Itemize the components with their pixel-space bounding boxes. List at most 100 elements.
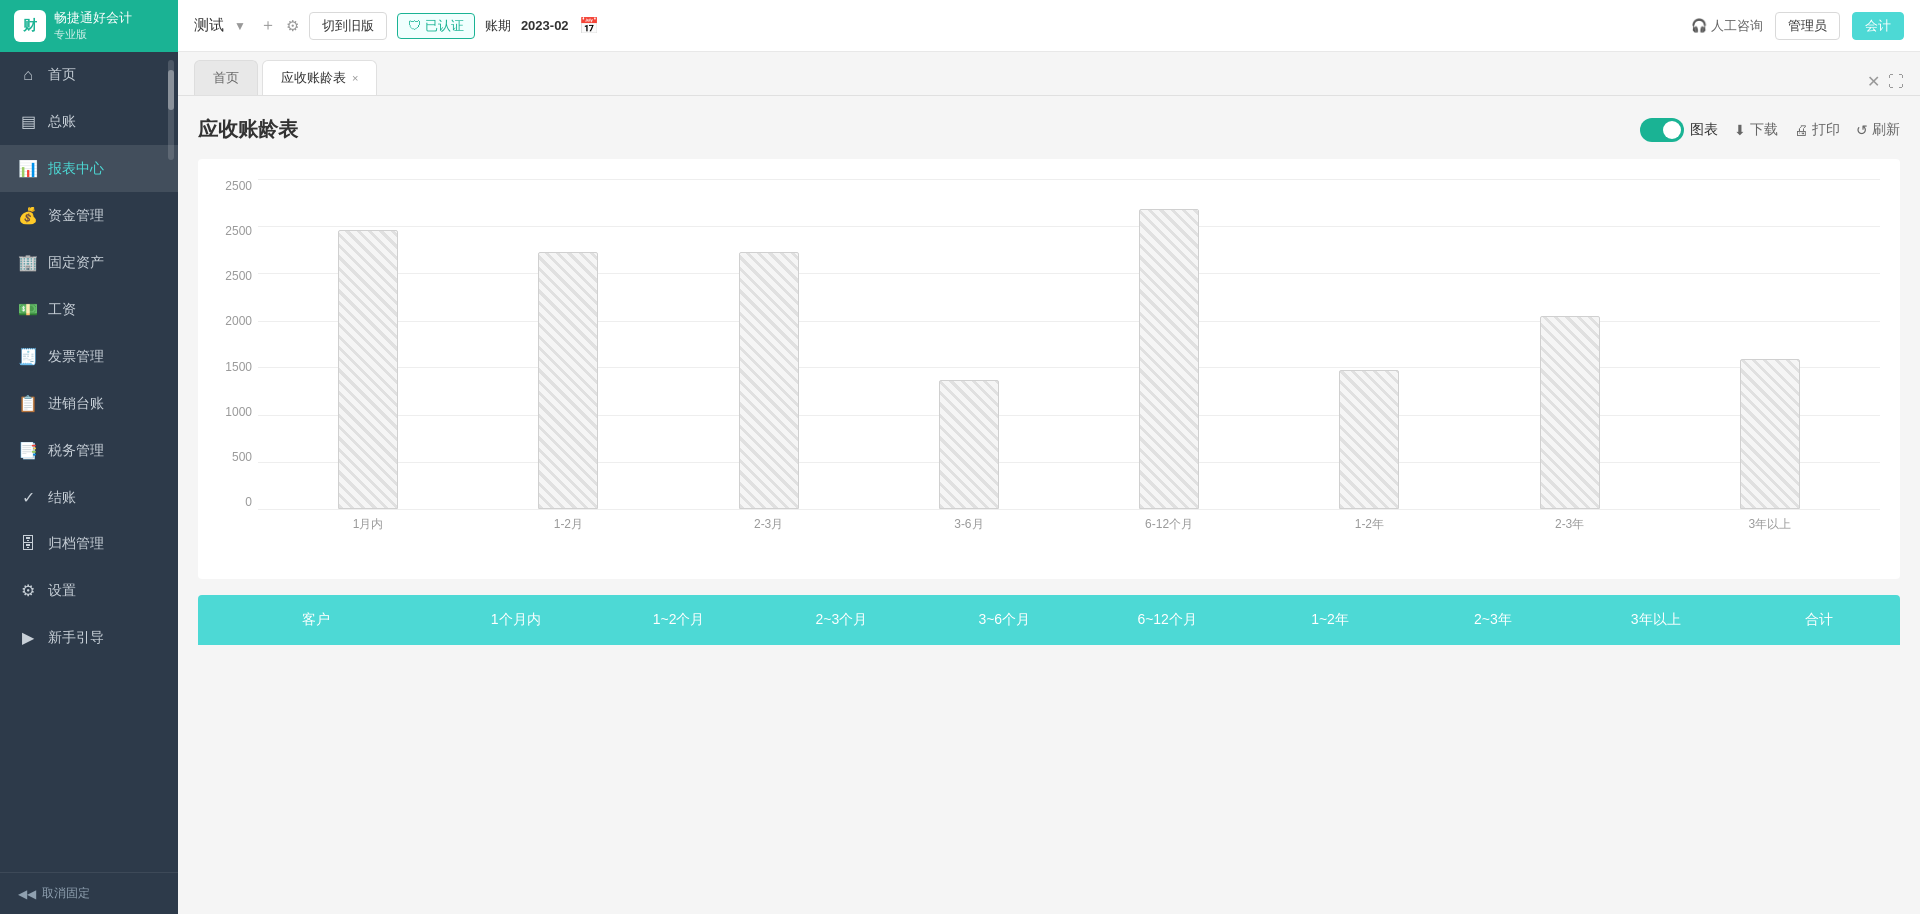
admin-button[interactable]: 管理员 [1775, 12, 1840, 40]
y-label-1000: 1000 [218, 405, 252, 419]
bar-1 [538, 252, 598, 509]
accounting-button[interactable]: 会计 [1852, 12, 1904, 40]
sidebar-item-invoices[interactable]: 🧾 发票管理 [0, 333, 178, 380]
th-2-3y: 2~3年 [1411, 595, 1574, 645]
certified-badge: 🛡 已认证 [397, 13, 475, 39]
x-label-3y: 3年以上 [1740, 516, 1800, 533]
sidebar-item-label: 报表中心 [48, 160, 104, 178]
sidebar-item-home[interactable]: ⌂ 首页 [0, 52, 178, 98]
app-edition: 专业版 [54, 27, 132, 42]
sidebar-logo: 财 畅捷通好会计 专业版 [0, 0, 178, 52]
tab-home-label: 首页 [213, 69, 239, 87]
print-button[interactable]: 🖨 打印 [1794, 121, 1840, 139]
sidebar-item-payroll[interactable]: 💵 工资 [0, 286, 178, 333]
sidebar-item-ledger[interactable]: ▤ 总账 [0, 98, 178, 145]
download-button[interactable]: ⬇ 下载 [1734, 121, 1778, 139]
expand-icon[interactable]: ⛶ [1888, 73, 1904, 91]
x-label-1-2m: 1-2月 [538, 516, 598, 533]
topbar: 测试 ▼ ＋ ⚙ 切到旧版 🛡 已认证 账期 2023-02 📅 🎧 人工咨询 … [178, 0, 1920, 52]
sidebar-item-guide[interactable]: ▶ 新手引导 [0, 614, 178, 661]
bar-3 [939, 380, 999, 509]
sidebar-item-label: 总账 [48, 113, 76, 131]
chart-toggle-label: 图表 [1690, 121, 1718, 139]
reports-icon: 📊 [18, 159, 38, 178]
tabs-right: ✕ ⛶ [1867, 72, 1904, 95]
close-window-icon[interactable]: ✕ [1867, 72, 1880, 91]
app-name: 畅捷通好会计 [54, 10, 132, 27]
page-actions: 图表 ⬇ 下载 🖨 打印 ↺ 刷新 [1640, 118, 1900, 142]
y-label-1500: 1500 [218, 360, 252, 374]
pin-icon: ◀◀ [18, 887, 36, 901]
sidebar-item-closing[interactable]: ✓ 结账 [0, 474, 178, 521]
archive-icon: 🗄 [18, 535, 38, 553]
add-project-button[interactable]: ＋ [260, 15, 276, 36]
bar-0 [338, 230, 398, 509]
sidebar-item-tax[interactable]: 📑 税务管理 [0, 427, 178, 474]
sidebar-item-reports[interactable]: 📊 报表中心 [0, 145, 178, 192]
sidebar-item-funds[interactable]: 💰 资金管理 [0, 192, 178, 239]
consulting-label: 人工咨询 [1711, 17, 1763, 35]
sidebar-item-assets[interactable]: 🏢 固定资产 [0, 239, 178, 286]
main-area: 测试 ▼ ＋ ⚙ 切到旧版 🛡 已认证 账期 2023-02 📅 🎧 人工咨询 … [178, 0, 1920, 914]
bar-4 [1139, 209, 1199, 509]
y-label-2500b: 2500 [218, 224, 252, 238]
y-label-2500c: 2500 [218, 269, 252, 283]
print-label: 打印 [1812, 121, 1840, 139]
table-header: 客户 1个月内 1~2个月 2~3个月 3~6个月 6~12个月 1~2年 2~… [198, 595, 1900, 645]
tab-close-icon[interactable]: × [352, 72, 358, 84]
refresh-label: 刷新 [1872, 121, 1900, 139]
project-dropdown-icon[interactable]: ▼ [234, 19, 246, 33]
th-3-6m: 3~6个月 [923, 595, 1086, 645]
y-label-500: 500 [218, 450, 252, 464]
chart-toggle[interactable] [1640, 118, 1684, 142]
page-header: 应收账龄表 图表 ⬇ 下载 🖨 打印 ↺ 刷新 [198, 116, 1900, 143]
bar-7 [1740, 359, 1800, 509]
y-label-2000: 2000 [218, 314, 252, 328]
th-total: 合计 [1737, 595, 1900, 645]
bar-6 [1540, 316, 1600, 509]
x-label-1m: 1月内 [338, 516, 398, 533]
ledger-icon: ▤ [18, 112, 38, 131]
switch-old-button[interactable]: 切到旧版 [309, 12, 387, 40]
scroll-indicator [168, 60, 174, 160]
topbar-right: 🎧 人工咨询 管理员 会计 [1691, 12, 1904, 40]
tab-aging[interactable]: 应收账龄表 × [262, 60, 377, 95]
sales-icon: 📋 [18, 394, 38, 413]
refresh-button[interactable]: ↺ 刷新 [1856, 121, 1900, 139]
th-3y: 3年以上 [1574, 595, 1737, 645]
logo-text-group: 畅捷通好会计 专业版 [54, 10, 132, 42]
sidebar-item-label: 新手引导 [48, 629, 104, 647]
bars-container [258, 179, 1880, 509]
sidebar-item-archive[interactable]: 🗄 归档管理 [0, 521, 178, 567]
chart-plot-area: 1月内 1-2月 2-3月 3-6月 6-12个月 1-2年 2-3年 3年以上 [258, 179, 1880, 539]
cancel-pin-label: 取消固定 [42, 885, 90, 902]
cancel-pin-button[interactable]: ◀◀ 取消固定 [0, 872, 178, 914]
th-customer: 客户 [198, 595, 434, 645]
download-icon: ⬇ [1734, 122, 1746, 138]
sidebar-item-label: 发票管理 [48, 348, 104, 366]
x-label-2-3y: 2-3年 [1540, 516, 1600, 533]
chart-toggle-group: 图表 [1640, 118, 1718, 142]
sidebar-item-label: 资金管理 [48, 207, 104, 225]
x-label-3-6m: 3-6月 [939, 516, 999, 533]
print-icon: 🖨 [1794, 122, 1808, 138]
sidebar-item-label: 税务管理 [48, 442, 104, 460]
th-6-12m: 6~12个月 [1086, 595, 1249, 645]
calendar-icon[interactable]: 📅 [579, 16, 599, 35]
chart-inner: 2500 2500 2500 2000 1500 1000 500 0 [218, 179, 1880, 539]
x-label-1-2y: 1-2年 [1339, 516, 1399, 533]
certified-label: 已认证 [425, 17, 464, 35]
sidebar-item-label: 固定资产 [48, 254, 104, 272]
home-icon: ⌂ [18, 66, 38, 84]
period-label: 账期 [485, 17, 511, 35]
tab-home[interactable]: 首页 [194, 60, 258, 95]
sidebar-item-sales[interactable]: 📋 进销台账 [0, 380, 178, 427]
settings-button[interactable]: ⚙ [286, 17, 299, 35]
sidebar-item-settings[interactable]: ⚙ 设置 [0, 567, 178, 614]
sidebar-item-label: 结账 [48, 489, 76, 507]
x-label-2-3m: 2-3月 [739, 516, 799, 533]
sidebar-item-label: 归档管理 [48, 535, 104, 553]
funds-icon: 💰 [18, 206, 38, 225]
consulting-button[interactable]: 🎧 人工咨询 [1691, 17, 1763, 35]
guide-icon: ▶ [18, 628, 38, 647]
